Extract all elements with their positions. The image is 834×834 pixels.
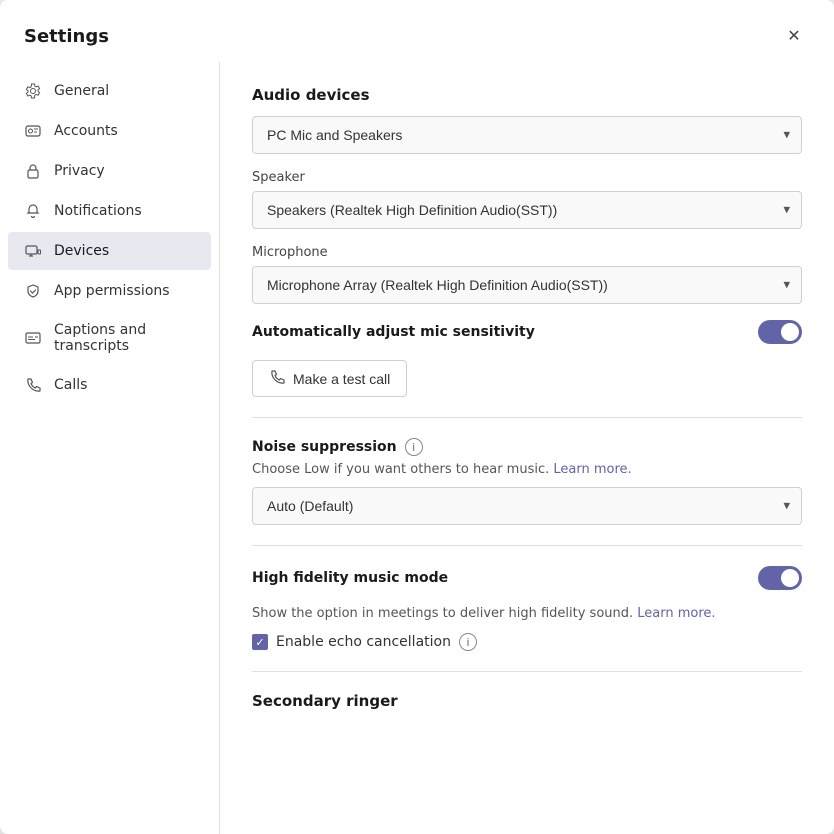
echo-cancellation-row: ✓ Enable echo cancellation i [252, 633, 802, 651]
high-fidelity-section: High fidelity music mode Show the option… [252, 566, 802, 651]
modal-body: General Accounts [0, 62, 834, 834]
noise-suppression-header: Noise suppression i [252, 438, 802, 456]
devices-icon [24, 242, 42, 260]
noise-suppression-info-icon[interactable]: i [405, 438, 423, 456]
captions-icon [24, 329, 42, 347]
close-button[interactable]: ✕ [778, 20, 810, 52]
lock-icon [24, 162, 42, 180]
sidebar-label-calls: Calls [54, 377, 87, 393]
auto-adjust-toggle[interactable] [758, 320, 802, 344]
high-fidelity-row: High fidelity music mode [252, 566, 802, 590]
noise-suppression-select-wrapper: Auto (Default) ▾ [252, 487, 802, 525]
speaker-label: Speaker [252, 170, 802, 185]
sidebar-item-calls[interactable]: Calls [8, 366, 211, 404]
sidebar-label-accounts: Accounts [54, 123, 118, 139]
sidebar-label-general: General [54, 83, 109, 99]
sidebar-label-devices: Devices [54, 243, 109, 259]
auto-adjust-row: Automatically adjust mic sensitivity [252, 320, 802, 344]
auto-adjust-label: Automatically adjust mic sensitivity [252, 324, 535, 340]
speaker-select[interactable]: Speakers (Realtek High Definition Audio(… [252, 191, 802, 229]
divider-2 [252, 545, 802, 546]
phone-icon [24, 376, 42, 394]
sidebar-item-notifications[interactable]: Notifications [8, 192, 211, 230]
microphone-select[interactable]: Microphone Array (Realtek High Definitio… [252, 266, 802, 304]
sidebar-label-captions: Captions and transcripts [54, 322, 195, 354]
sidebar-item-privacy[interactable]: Privacy [8, 152, 211, 190]
speaker-select-wrapper: Speakers (Realtek High Definition Audio(… [252, 191, 802, 229]
noise-suppression-hint: Choose Low if you want others to hear mu… [252, 462, 802, 477]
noise-suppression-learn-more[interactable]: Learn more. [553, 462, 631, 477]
sidebar: General Accounts [0, 62, 220, 834]
sidebar-item-captions[interactable]: Captions and transcripts [8, 312, 211, 364]
secondary-ringer-title: Secondary ringer [252, 692, 802, 710]
sidebar-item-general[interactable]: General [8, 72, 211, 110]
bell-icon [24, 202, 42, 220]
high-fidelity-desc: Show the option in meetings to deliver h… [252, 606, 802, 621]
divider-1 [252, 417, 802, 418]
person-card-icon [24, 122, 42, 140]
microphone-select-wrapper: Microphone Array (Realtek High Definitio… [252, 266, 802, 304]
audio-devices-select[interactable]: PC Mic and Speakers [252, 116, 802, 154]
noise-suppression-title: Noise suppression [252, 439, 397, 455]
test-call-icon [269, 369, 285, 388]
sidebar-label-app-permissions: App permissions [54, 283, 170, 299]
echo-cancellation-info-icon[interactable]: i [459, 633, 477, 651]
modal-header: Settings ✕ [0, 0, 834, 62]
sidebar-item-app-permissions[interactable]: App permissions [8, 272, 211, 310]
sidebar-item-accounts[interactable]: Accounts [8, 112, 211, 150]
content-area: Audio devices PC Mic and Speakers ▾ Spea… [220, 62, 834, 834]
settings-modal: Settings ✕ General [0, 0, 834, 834]
test-call-button[interactable]: Make a test call [252, 360, 407, 397]
modal-title: Settings [24, 26, 109, 47]
microphone-label: Microphone [252, 245, 802, 260]
echo-cancellation-checkbox[interactable]: ✓ [252, 634, 268, 650]
sidebar-label-notifications: Notifications [54, 203, 142, 219]
noise-suppression-select[interactable]: Auto (Default) [252, 487, 802, 525]
high-fidelity-toggle[interactable] [758, 566, 802, 590]
checkbox-check-icon: ✓ [255, 636, 264, 649]
audio-devices-select-wrapper: PC Mic and Speakers ▾ [252, 116, 802, 154]
audio-devices-title: Audio devices [252, 86, 802, 104]
gear-icon [24, 82, 42, 100]
test-call-label: Make a test call [293, 371, 390, 387]
high-fidelity-learn-more[interactable]: Learn more. [637, 606, 715, 621]
high-fidelity-label: High fidelity music mode [252, 570, 448, 586]
divider-3 [252, 671, 802, 672]
echo-cancellation-label: Enable echo cancellation [276, 634, 451, 650]
sidebar-item-devices[interactable]: Devices [8, 232, 211, 270]
sidebar-label-privacy: Privacy [54, 163, 105, 179]
shield-icon [24, 282, 42, 300]
